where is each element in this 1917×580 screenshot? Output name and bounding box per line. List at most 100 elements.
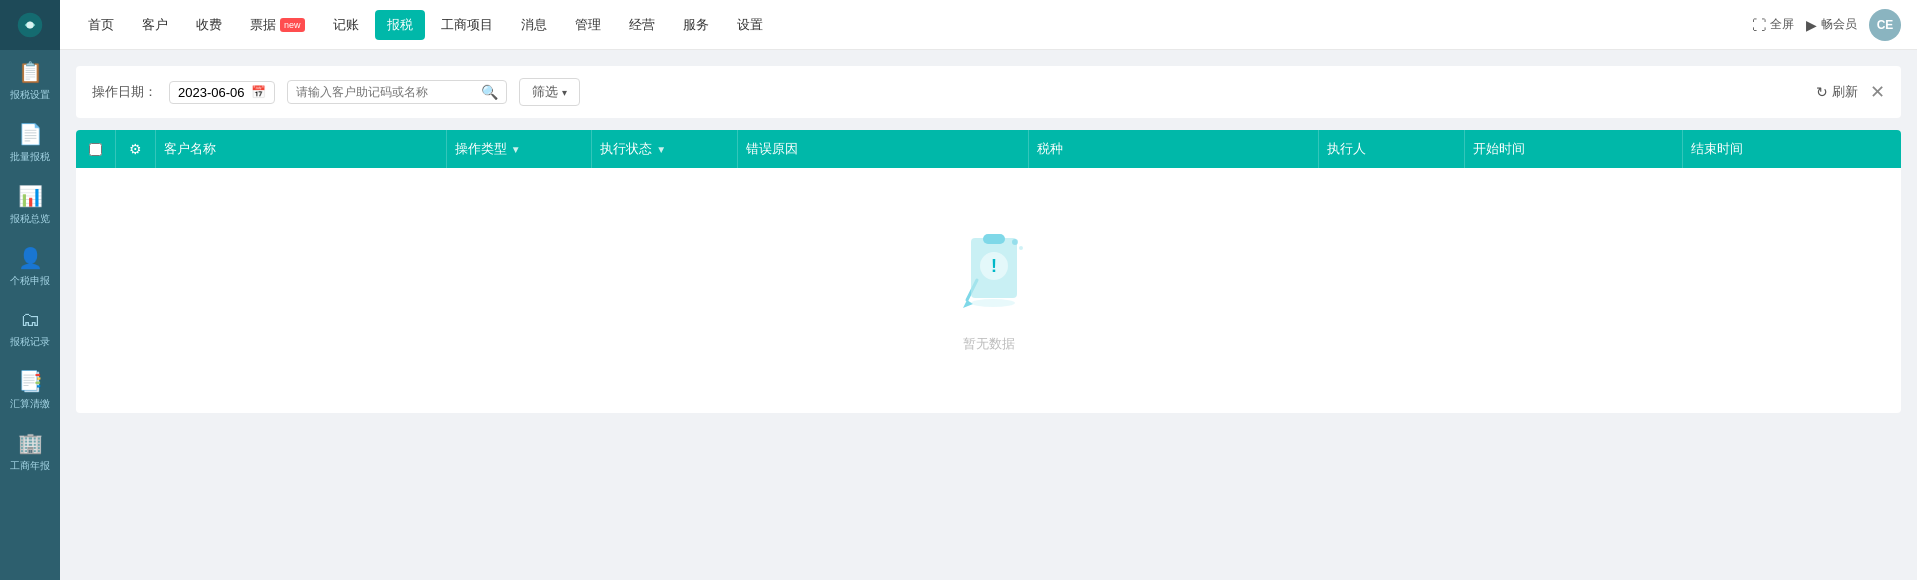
- gongshangnianboa-icon: 🏢: [18, 431, 43, 455]
- sort-icon-op-type[interactable]: ▼: [511, 144, 521, 155]
- th-executor: 执行人: [1319, 130, 1464, 168]
- data-table: ⚙ 客户名称 操作类型 ▼ 执行状态 ▼ 错误原因: [76, 130, 1901, 413]
- empty-illustration: !: [949, 228, 1029, 323]
- svg-point-1: [27, 22, 34, 29]
- nav-item-guanli[interactable]: 管理: [563, 10, 613, 40]
- main-area: 首页 客户 收费 票据 new 记账 报税 工商项目 消息 管理 经营服务设置 ⛶ 全屏 ▶ 畅会员…: [60, 0, 1917, 580]
- calendar-icon: 📅: [251, 85, 266, 99]
- nav-label-gongshangxiangmu: 工商项目: [441, 16, 493, 34]
- search-icon: 🔍: [481, 84, 498, 100]
- th-start-time: 开始时间: [1465, 130, 1683, 168]
- sidebar-item-baoshuizonglan[interactable]: 📊 报税总览: [0, 174, 60, 236]
- th-end-time-label: 结束时间: [1691, 140, 1743, 158]
- checkbox-column-header[interactable]: [76, 130, 116, 168]
- baoshui-shezhi-label: 报税设置: [10, 88, 50, 102]
- baoshuizonglan-label: 报税总览: [10, 212, 50, 226]
- avatar[interactable]: CE: [1869, 9, 1901, 41]
- date-value: 2023-06-06: [178, 85, 245, 100]
- topnav-right: ⛶ 全屏 ▶ 畅会员 CE: [1752, 9, 1901, 41]
- th-client-name-label: 客户名称: [164, 140, 216, 158]
- refresh-icon: ↻: [1816, 84, 1828, 100]
- sidebar-item-huisuanjiaona[interactable]: 📑 汇算清缴: [0, 359, 60, 421]
- th-op-type: 操作类型 ▼: [447, 130, 592, 168]
- nav-label-jizha: 记账: [333, 16, 359, 34]
- nav-item-client[interactable]: 客户: [130, 10, 180, 40]
- sidebar-item-baoshui-shezhi[interactable]: 📋 报税设置: [0, 50, 60, 112]
- th-op-type-label: 操作类型: [455, 140, 507, 158]
- sidebar-item-piliangbaoshui[interactable]: 📄 批量报税: [0, 112, 60, 174]
- nav-label-home: 首页: [88, 16, 114, 34]
- search-input[interactable]: [296, 85, 477, 99]
- nav-label-piao: 票据: [250, 16, 276, 34]
- member-btn[interactable]: ▶ 畅会员: [1806, 16, 1857, 33]
- nav-label-jingying: 经营: [629, 16, 655, 34]
- nav-label-xiaoxi: 消息: [521, 16, 547, 34]
- th-executor-label: 执行人: [1327, 140, 1366, 158]
- nav-item-xiaoxi[interactable]: 消息: [509, 10, 559, 40]
- th-tax-type-label: 税种: [1037, 140, 1063, 158]
- table-header: ⚙ 客户名称 操作类型 ▼ 执行状态 ▼ 错误原因: [76, 130, 1901, 168]
- svg-rect-5: [983, 234, 1005, 244]
- nav-label-shezhi: 设置: [737, 16, 763, 34]
- video-icon: ▶: [1806, 17, 1817, 33]
- nav-label-shoufe: 收费: [196, 16, 222, 34]
- filter-button[interactable]: 筛选 ▾: [519, 78, 580, 106]
- geshuishenbo-icon: 👤: [18, 246, 43, 270]
- nav-item-piao[interactable]: 票据 new: [238, 10, 317, 40]
- sidebar-logo: [0, 0, 60, 50]
- sort-icon-exec-status[interactable]: ▼: [656, 144, 666, 155]
- th-client-name: 客户名称: [156, 130, 447, 168]
- svg-point-9: [1019, 246, 1023, 250]
- huisuanjiaona-label: 汇算清缴: [10, 397, 50, 411]
- topnav-items: 首页 客户 收费 票据 new 记账 报税 工商项目 消息 管理 经营服务设置: [76, 10, 1752, 40]
- svg-text:!: !: [991, 256, 997, 276]
- refresh-label: 刷新: [1832, 83, 1858, 101]
- refresh-button[interactable]: ↻ 刷新: [1816, 83, 1858, 101]
- filter-label-btn: 筛选: [532, 83, 558, 101]
- baoshui-shezhi-icon: 📋: [18, 60, 43, 84]
- member-label: 畅会员: [1821, 16, 1857, 33]
- nav-item-fuwu[interactable]: 服务: [671, 10, 721, 40]
- th-exec-status-label: 执行状态: [600, 140, 652, 158]
- sidebar-item-baoshuijilu[interactable]: 🗂 报税记录: [0, 298, 60, 359]
- th-tax-type: 税种: [1029, 130, 1320, 168]
- date-picker[interactable]: 2023-06-06 📅: [169, 81, 275, 104]
- fullscreen-btn[interactable]: ⛶ 全屏: [1752, 16, 1794, 33]
- geshuishenbo-label: 个税申报: [10, 274, 50, 288]
- chevron-down-icon: ▾: [562, 87, 567, 98]
- empty-state: ! 暂无数据: [76, 168, 1901, 413]
- nav-item-gongshangxiangmu[interactable]: 工商项目: [429, 10, 505, 40]
- gongshangnianboa-label: 工商年报: [10, 459, 50, 473]
- piliangbaoshui-icon: 📄: [18, 122, 43, 146]
- nav-item-baoshui[interactable]: 报税: [375, 10, 425, 40]
- select-all-checkbox[interactable]: [89, 143, 102, 156]
- topnav: 首页 客户 收费 票据 new 记账 报税 工商项目 消息 管理 经营服务设置 ⛶ 全屏 ▶ 畅会员…: [60, 0, 1917, 50]
- piliangbaoshui-label: 批量报税: [10, 150, 50, 164]
- th-error-reason-label: 错误原因: [746, 140, 798, 158]
- th-error-reason: 错误原因: [738, 130, 1029, 168]
- nav-item-shezhi[interactable]: 设置: [725, 10, 775, 40]
- svg-point-10: [971, 299, 1015, 307]
- nav-label-guanli: 管理: [575, 16, 601, 34]
- badge-piao: new: [280, 18, 305, 32]
- sidebar-item-gongshangnianboa[interactable]: 🏢 工商年报: [0, 421, 60, 483]
- svg-marker-3: [963, 300, 973, 308]
- page-content: 操作日期： 2023-06-06 📅 🔍 筛选 ▾ ↻ 刷新: [60, 50, 1917, 580]
- search-wrap[interactable]: 🔍: [287, 80, 507, 104]
- close-button[interactable]: ✕: [1870, 83, 1885, 101]
- sidebar-item-geshuishenbo[interactable]: 👤 个税申报: [0, 236, 60, 298]
- gear-icon[interactable]: ⚙: [129, 141, 142, 157]
- filter-bar: 操作日期： 2023-06-06 📅 🔍 筛选 ▾ ↻ 刷新: [76, 66, 1901, 118]
- fullscreen-label: 全屏: [1770, 16, 1794, 33]
- gear-column-header[interactable]: ⚙: [116, 130, 156, 168]
- nav-label-client: 客户: [142, 16, 168, 34]
- nav-item-jizha[interactable]: 记账: [321, 10, 371, 40]
- huisuanjiaona-icon: 📑: [18, 369, 43, 393]
- nav-label-baoshui: 报税: [387, 16, 413, 34]
- nav-item-home[interactable]: 首页: [76, 10, 126, 40]
- baoshuijilu-icon: 🗂: [20, 308, 40, 331]
- date-label: 操作日期：: [92, 83, 157, 101]
- nav-item-jingying[interactable]: 经营: [617, 10, 667, 40]
- nav-item-shoufe[interactable]: 收费: [184, 10, 234, 40]
- th-start-time-label: 开始时间: [1473, 140, 1525, 158]
